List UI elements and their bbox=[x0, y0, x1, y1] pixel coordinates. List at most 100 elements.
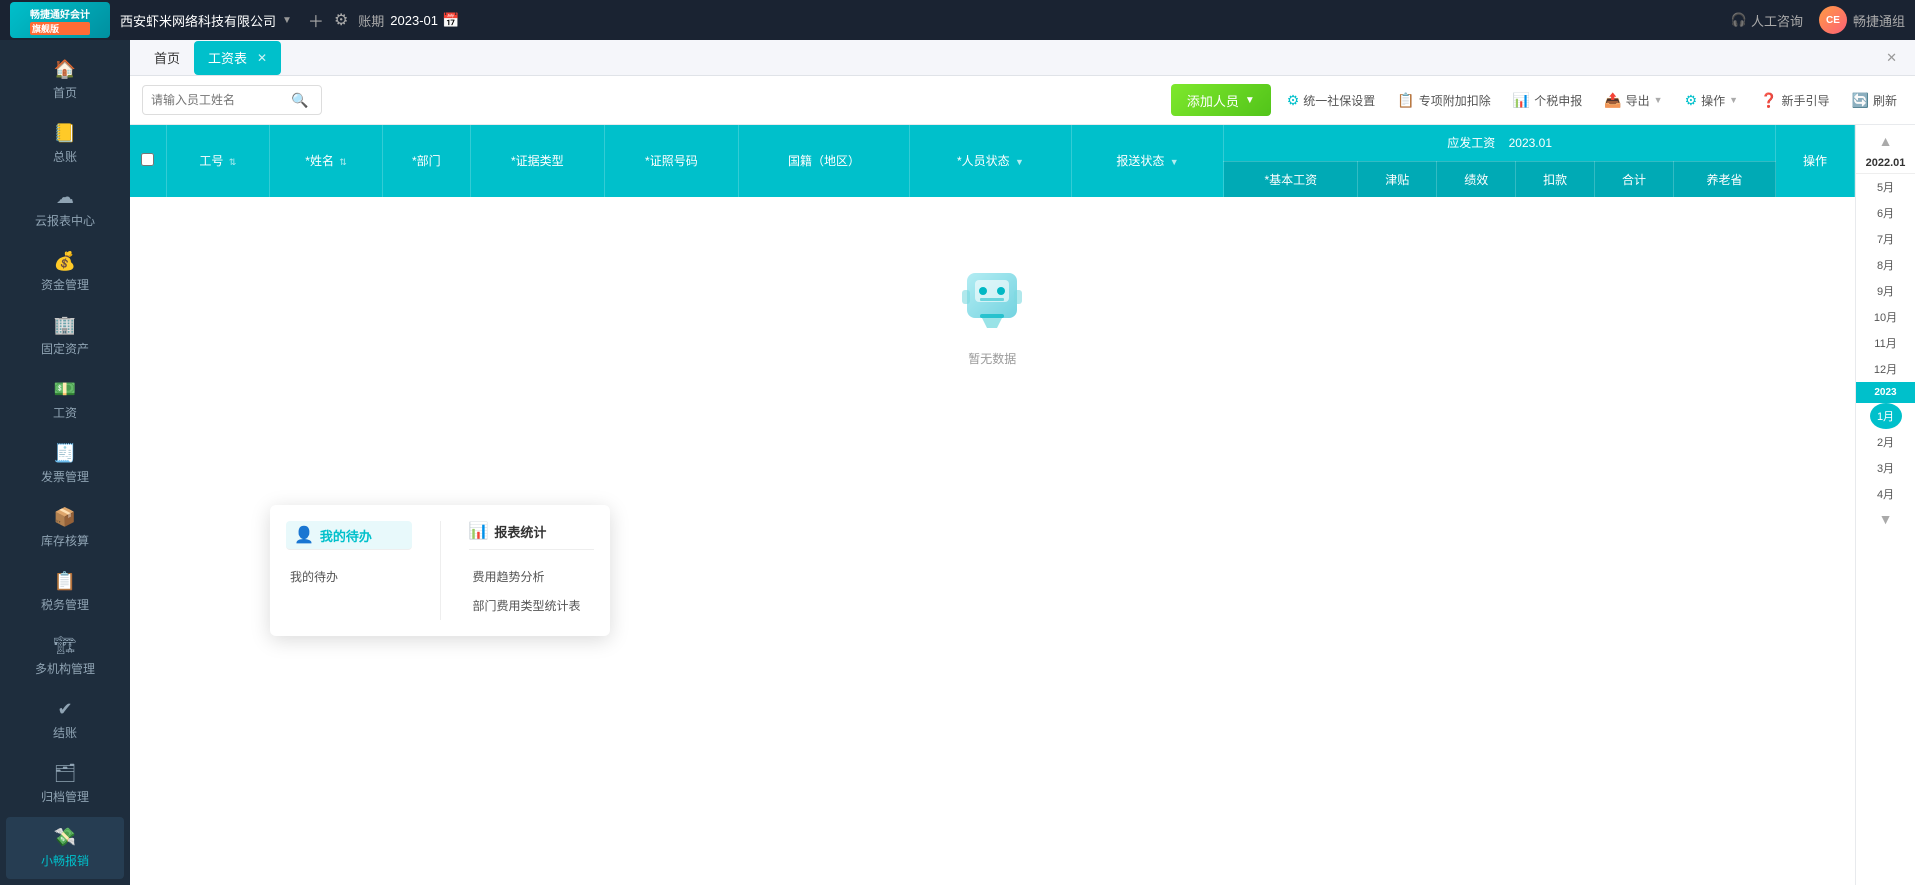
ledger-icon: 📒 bbox=[54, 123, 76, 144]
headset-icon: 🎧 bbox=[1731, 12, 1747, 28]
company-selector[interactable]: 西安虾米网络科技有限公司 ▼ ＋ ⚙ 账期 2023-01 📅 bbox=[120, 8, 1731, 32]
name-sort-icon[interactable]: ⇅ bbox=[339, 157, 347, 167]
calendar-up-arrow[interactable]: ▲ bbox=[1875, 129, 1897, 153]
tax-report-icon: 📊 bbox=[1513, 92, 1530, 109]
user-name: 畅捷通组 bbox=[1853, 11, 1905, 30]
top-bar: 畅捷通好会计 旗舰版 西安虾米网络科技有限公司 ▼ ＋ ⚙ 账期 2023-01… bbox=[0, 0, 1915, 40]
status-filter-icon[interactable]: ▼ bbox=[1015, 157, 1024, 167]
payroll-icon: 💵 bbox=[54, 379, 76, 400]
th-pension: 养老省 bbox=[1674, 161, 1776, 197]
operation-icon: ⚙ bbox=[1685, 92, 1698, 109]
right-panel: ▲ 2022.01 5月 6月 7月 8月 9月 10月 11月 12月 202… bbox=[1855, 125, 1915, 885]
period-value: 2023-01 bbox=[390, 13, 438, 28]
sidebar-item-ledger[interactable]: 📒 总账 bbox=[6, 113, 124, 175]
guide-toolbar-icon: ❓ bbox=[1760, 92, 1777, 109]
sidebar-item-fixed-assets[interactable]: 🏢 固定资产 bbox=[6, 305, 124, 367]
dropdown-divider bbox=[440, 521, 441, 620]
year-2023-badge: 2023 bbox=[1856, 382, 1915, 403]
tab-home[interactable]: 首页 bbox=[140, 41, 194, 75]
th-wage-group: 应发工资 2023.01 bbox=[1224, 125, 1776, 161]
user-info[interactable]: CE 畅捷通组 bbox=[1819, 6, 1905, 34]
sidebar-item-closing[interactable]: ✔ 结账 bbox=[6, 689, 124, 751]
month-8[interactable]: 8月 bbox=[1856, 252, 1915, 278]
tax-deduct-btn[interactable]: 📋 专项附加扣除 bbox=[1391, 92, 1496, 109]
month-2-curr[interactable]: 2月 bbox=[1856, 429, 1915, 455]
sort-icon[interactable]: ⇅ bbox=[229, 157, 237, 167]
search-icon[interactable]: 🔍 bbox=[291, 92, 308, 109]
th-id-number: *证照号码 bbox=[604, 125, 738, 197]
select-all-checkbox[interactable] bbox=[141, 153, 154, 166]
sidebar-item-tax[interactable]: 📋 税务管理 bbox=[6, 561, 124, 623]
select-all-th[interactable] bbox=[130, 125, 166, 197]
dropdown-item-my-todo[interactable]: 我的待办 bbox=[286, 562, 412, 591]
customer-service-btn[interactable]: 🎧 人工咨询 bbox=[1731, 11, 1803, 30]
month-12[interactable]: 12月 bbox=[1856, 356, 1915, 382]
dropdown-report-title: 📊 报表统计 bbox=[469, 521, 595, 550]
month-3-curr[interactable]: 3月 bbox=[1856, 455, 1915, 481]
chevron-down-icon: ▼ bbox=[282, 15, 292, 26]
refresh-btn[interactable]: 🔄 刷新 bbox=[1846, 92, 1903, 109]
month-5[interactable]: 5月 bbox=[1856, 174, 1915, 200]
add-person-button[interactable]: 添加人员 ▼ bbox=[1171, 84, 1271, 116]
social-insurance-btn[interactable]: ⚙ 统一社保设置 bbox=[1281, 92, 1382, 109]
top-right: 🎧 人工咨询 CE 畅捷通组 bbox=[1731, 6, 1905, 34]
dropdown-col-todo: 👤 我的待办 我的待办 bbox=[286, 521, 412, 620]
th-deduction: 扣款 bbox=[1516, 161, 1595, 197]
search-input[interactable] bbox=[151, 93, 291, 107]
inventory-icon: 📦 bbox=[54, 507, 76, 528]
home-icon: 🏠 bbox=[54, 59, 76, 80]
empty-illustration bbox=[942, 258, 1042, 338]
month-10[interactable]: 10月 bbox=[1856, 304, 1915, 330]
dropdown-todo-title: 👤 我的待办 bbox=[286, 521, 412, 550]
sidebar-item-basic-settings[interactable]: ⚙ 基础设置 bbox=[6, 881, 124, 885]
sidebar-item-xiao-chang[interactable]: 💸 小畅报销 bbox=[6, 817, 124, 879]
social-icon: ⚙ bbox=[1287, 92, 1300, 109]
dropdown-popup: 👤 我的待办 我的待办 📊 报表统计 bbox=[270, 505, 610, 636]
sidebar-item-invoice[interactable]: 🧾 发票管理 bbox=[6, 433, 124, 495]
th-id-type: *证据类型 bbox=[470, 125, 604, 197]
toolbar: 🔍 添加人员 ▼ ⚙ 统一社保设置 📋 专项附加扣除 📊 个税申报 📤 导出 bbox=[130, 76, 1915, 125]
org-icon: 🏗 bbox=[54, 635, 77, 656]
export-btn[interactable]: 📤 导出 ▼ bbox=[1598, 92, 1668, 109]
submit-filter-icon[interactable]: ▼ bbox=[1170, 157, 1179, 167]
month-7[interactable]: 7月 bbox=[1856, 226, 1915, 252]
income-tax-btn[interactable]: 📊 个税申报 bbox=[1507, 92, 1588, 109]
sidebar-item-cloud-report[interactable]: ☁ 云报表中心 bbox=[6, 177, 124, 239]
month-9[interactable]: 9月 bbox=[1856, 278, 1915, 304]
building-icon: 🏢 bbox=[54, 315, 76, 336]
tab-payroll[interactable]: 工资表 ✕ bbox=[194, 41, 281, 75]
sidebar-item-inventory[interactable]: 📦 库存核算 bbox=[6, 497, 124, 559]
deduct-icon: 📋 bbox=[1397, 92, 1414, 109]
dropdown-item-cost-trend[interactable]: 费用趋势分析 bbox=[469, 562, 595, 591]
close-tab-btn[interactable]: ✕ bbox=[1878, 46, 1905, 70]
operation-btn[interactable]: ⚙ 操作 ▼ bbox=[1679, 92, 1745, 109]
calendar-icon[interactable]: 📅 bbox=[442, 12, 459, 29]
month-11[interactable]: 11月 bbox=[1856, 330, 1915, 356]
dropdown-item-dept-cost[interactable]: 部门费用类型统计表 bbox=[469, 591, 595, 620]
month-4-curr[interactable]: 4月 bbox=[1856, 481, 1915, 507]
closing-icon: ✔ bbox=[57, 699, 72, 720]
settings-icon[interactable]: ⚙ bbox=[334, 10, 348, 30]
month-6[interactable]: 6月 bbox=[1856, 200, 1915, 226]
tab-close-icon[interactable]: ✕ bbox=[257, 51, 267, 65]
sidebar-item-payroll[interactable]: 💵 工资 bbox=[6, 369, 124, 431]
th-allowance: 津贴 bbox=[1358, 161, 1437, 197]
sidebar-item-fund[interactable]: 💰 资金管理 bbox=[6, 241, 124, 303]
th-performance: 绩效 bbox=[1437, 161, 1516, 197]
add-company-icon[interactable]: ＋ bbox=[308, 8, 324, 32]
operation-chevron-icon: ▼ bbox=[1729, 95, 1738, 105]
new-guide-btn[interactable]: ❓ 新手引导 bbox=[1754, 92, 1835, 109]
todo-icon: 👤 bbox=[294, 525, 314, 545]
dropdown-col-report: 📊 报表统计 费用趋势分析 部门费用类型统计表 bbox=[469, 521, 595, 620]
empty-text: 暂无数据 bbox=[968, 350, 1016, 367]
month-1-curr[interactable]: 1月 bbox=[1870, 403, 1902, 429]
sidebar-item-archive[interactable]: 🗂 归档管理 bbox=[6, 753, 124, 815]
sidebar-item-home[interactable]: 🏠 首页 bbox=[6, 49, 124, 111]
th-action: 操作 bbox=[1776, 125, 1855, 197]
th-employee-id: 工号 ⇅ bbox=[166, 125, 270, 197]
sidebar: 🏠 首页 📒 总账 ☁ 云报表中心 💰 资金管理 🏢 固定资产 💵 工资 🧾 发… bbox=[0, 40, 130, 885]
dropdown-cols: 👤 我的待办 我的待办 📊 报表统计 bbox=[286, 521, 594, 620]
archive-icon: 🗂 bbox=[54, 763, 77, 784]
sidebar-item-multi-org[interactable]: 🏗 多机构管理 bbox=[6, 625, 124, 687]
calendar-down-arrow[interactable]: ▼ bbox=[1875, 507, 1897, 531]
